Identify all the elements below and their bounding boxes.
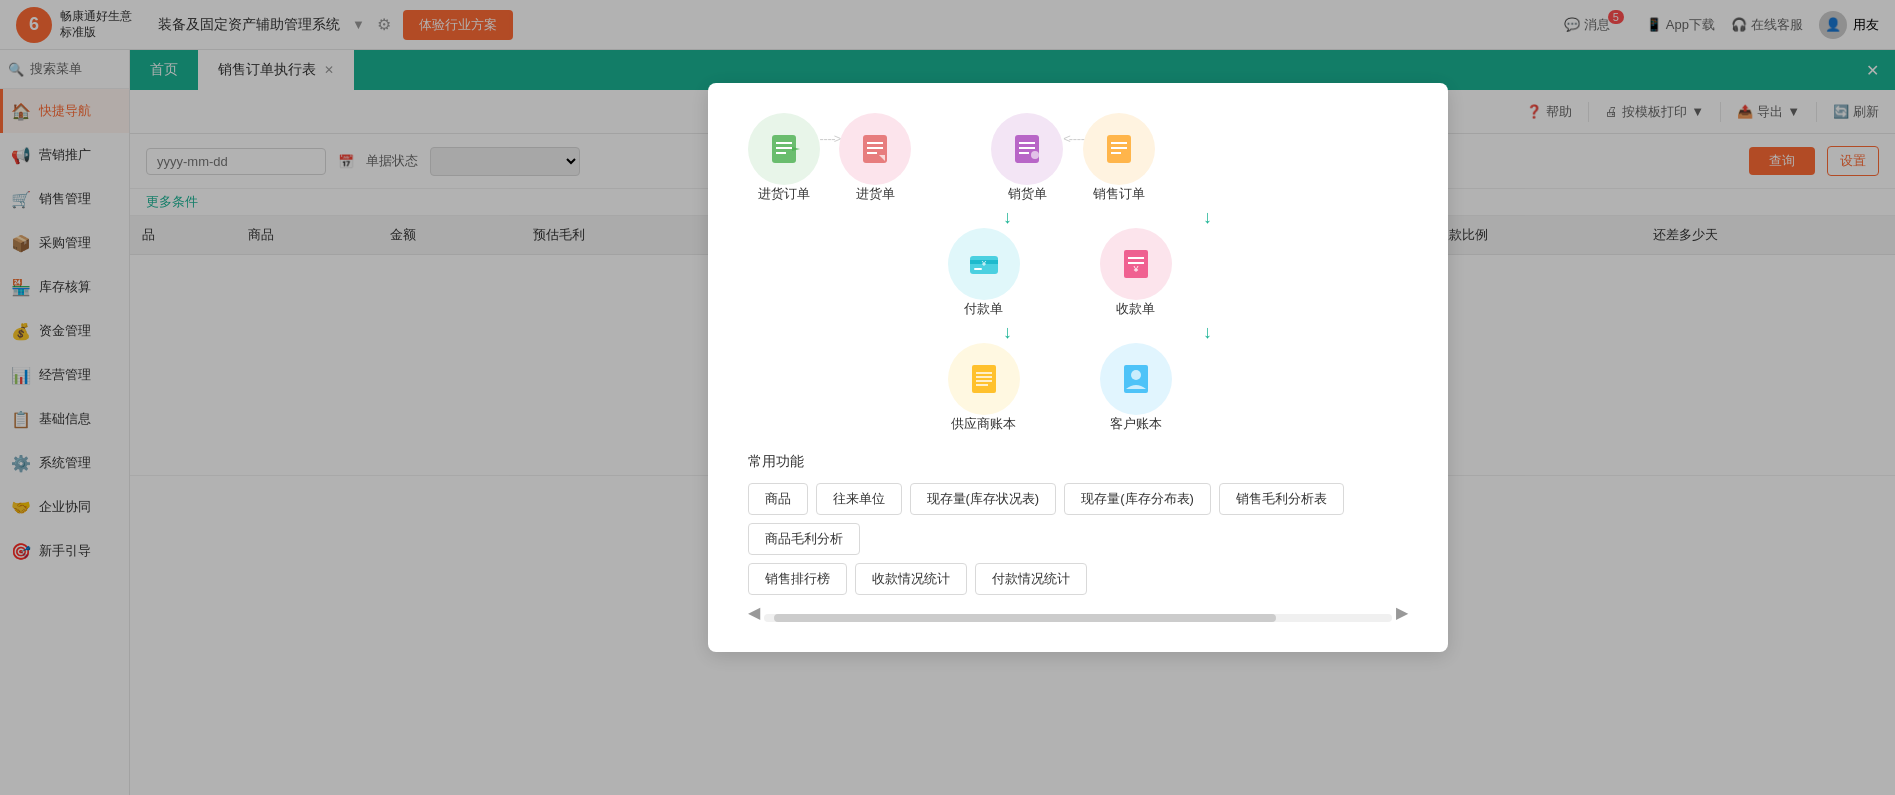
btn-partners[interactable]: 往来单位 [816, 483, 902, 515]
purchase-bill-icon [857, 131, 893, 167]
btn-stock-status[interactable]: 现存量(库存状况表) [910, 483, 1057, 515]
down-arrow-purchase-icon: ↓ [1003, 207, 1012, 228]
payment-icon: ¥ [966, 246, 1002, 282]
sales-bill-circle[interactable] [991, 113, 1063, 185]
sales-bill-icon [1009, 131, 1045, 167]
sales-bill-label: 销货单 [1008, 185, 1047, 203]
common-buttons: 商品 往来单位 现存量(库存状况表) 现存量(库存分布表) 销售毛利分析表 商品… [748, 483, 1408, 555]
customer-ledger-circle[interactable] [1100, 343, 1172, 415]
sales-order-label: 销售订单 [1093, 185, 1145, 203]
btn-goods[interactable]: 商品 [748, 483, 808, 515]
common-functions-section: 常用功能 商品 往来单位 现存量(库存状况表) 现存量(库存分布表) 销售毛利分… [748, 453, 1408, 595]
flow-row-4: ↓ ↓ [748, 322, 1408, 343]
flow-col-receipt: ¥ 收款单 [1100, 228, 1172, 318]
btn-payment-stats[interactable]: 付款情况统计 [975, 563, 1087, 595]
payment-label: 付款单 [964, 300, 1003, 318]
sales-order-icon [1101, 131, 1137, 167]
arrow-down-sales: ↓ [1148, 207, 1268, 228]
modal-inner: 进货订单 - - - -> [708, 83, 1448, 652]
svg-rect-20 [974, 268, 982, 270]
common-functions-title: 常用功能 [748, 453, 1408, 471]
modal-scroll-row: ◀ ▶ [748, 603, 1408, 622]
svg-point-13 [1031, 151, 1039, 159]
modal-scrollbar[interactable] [764, 614, 1392, 622]
flow-col-customer-ledger: 客户账本 [1100, 343, 1172, 433]
flow-col-payment: ¥ 付款单 [948, 228, 1020, 318]
spacer-left3 [748, 322, 948, 343]
down-arrow-receipt-icon: ↓ [1203, 322, 1212, 343]
customer-ledger-icon [1118, 361, 1154, 397]
arrow-down-receipt: ↓ [1148, 322, 1268, 343]
svg-text:¥: ¥ [980, 259, 986, 268]
purchase-bill-circle[interactable] [839, 113, 911, 185]
down-arrow-sales-icon: ↓ [1203, 207, 1212, 228]
scroll-left-icon[interactable]: ◀ [748, 603, 760, 622]
spacer-mid5 [1068, 322, 1148, 343]
flow-row-5: 供应商账本 客户账本 [748, 343, 1408, 433]
arrow-down-payment: ↓ [948, 322, 1068, 343]
modal-overlay[interactable]: 进货订单 - - - -> [0, 0, 1895, 795]
customer-ledger-label: 客户账本 [1110, 415, 1162, 433]
svg-rect-26 [972, 365, 996, 393]
purchase-bill-label: 进货单 [856, 185, 895, 203]
receipt-icon: ¥ [1118, 246, 1154, 282]
flow-col-purchase-order: 进货订单 [748, 113, 820, 203]
common-buttons-row2: 销售排行榜 收款情况统计 付款情况统计 [748, 563, 1408, 595]
flow-col-supplier-ledger: 供应商账本 [948, 343, 1020, 433]
flow-row-3: ¥ 付款单 ¥ [748, 228, 1408, 318]
receipt-circle[interactable]: ¥ [1100, 228, 1172, 300]
supplier-ledger-icon [966, 361, 1002, 397]
btn-sales-rank[interactable]: 销售排行榜 [748, 563, 847, 595]
svg-text:¥: ¥ [1132, 264, 1139, 274]
purchase-order-circle[interactable] [748, 113, 820, 185]
scrollbar-track [774, 614, 1276, 622]
scroll-right-icon[interactable]: ▶ [1396, 603, 1408, 622]
flow-row-2: ↓ ↓ [748, 207, 1408, 228]
arrow-h1: - - - -> [820, 113, 840, 168]
payment-circle[interactable]: ¥ [948, 228, 1020, 300]
modal: 进货订单 - - - -> [708, 83, 1448, 652]
purchase-order-icon [766, 131, 802, 167]
supplier-ledger-label: 供应商账本 [951, 415, 1016, 433]
svg-point-32 [1131, 370, 1141, 380]
flow-col-sales-order: 销售订单 [1083, 113, 1155, 203]
flow-col-sales-bill: 销货单 [991, 113, 1063, 203]
btn-sales-profit[interactable]: 销售毛利分析表 [1219, 483, 1344, 515]
supplier-ledger-circle[interactable] [948, 343, 1020, 415]
btn-stock-dist[interactable]: 现存量(库存分布表) [1064, 483, 1211, 515]
purchase-order-label: 进货订单 [758, 185, 810, 203]
flow-col-purchase-bill: 进货单 [839, 113, 911, 203]
arrow-h2: <- - - - [1063, 113, 1083, 168]
sales-order-circle[interactable] [1083, 113, 1155, 185]
receipt-label: 收款单 [1116, 300, 1155, 318]
flow-section: 进货订单 - - - -> [748, 113, 1408, 433]
down-arrow-payment-icon: ↓ [1003, 322, 1012, 343]
btn-receipt-stats[interactable]: 收款情况统计 [855, 563, 967, 595]
btn-goods-profit[interactable]: 商品毛利分析 [748, 523, 860, 555]
flow-row-1: 进货订单 - - - -> [748, 113, 1408, 203]
arrow-down-purchase: ↓ [948, 207, 1068, 228]
